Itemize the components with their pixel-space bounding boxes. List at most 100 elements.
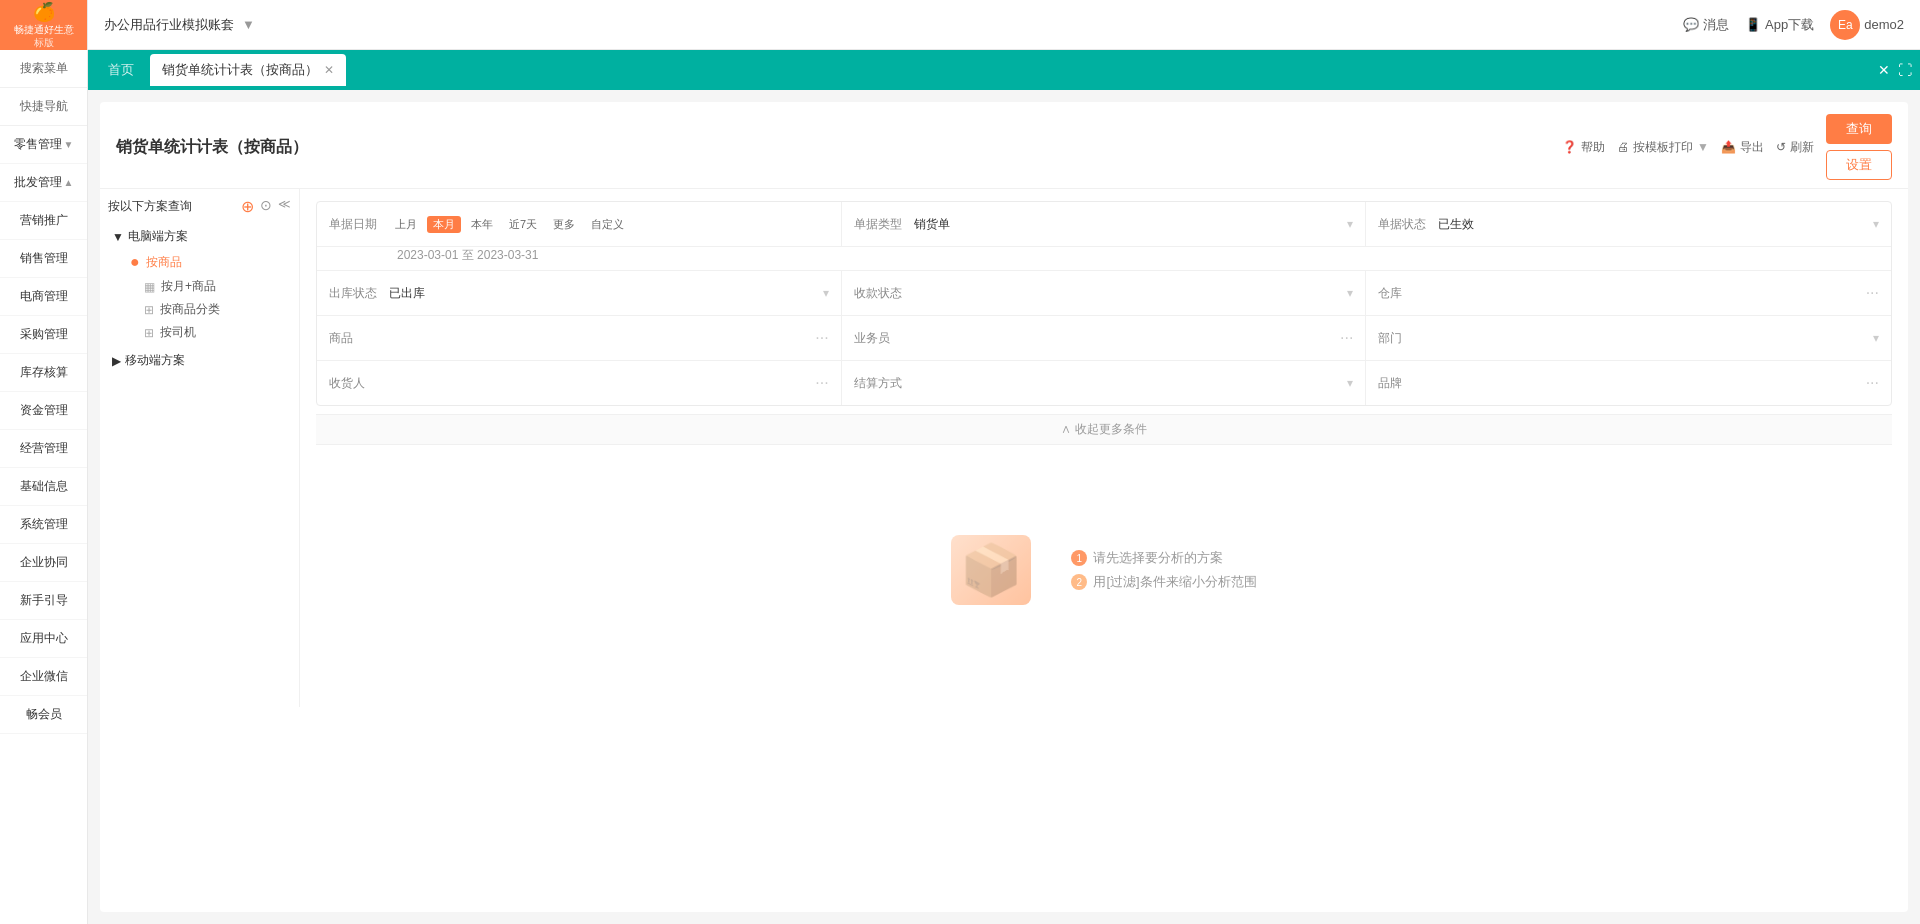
outstatus-dropdown-icon[interactable]: ▾ [823,286,829,300]
setting-button[interactable]: 设置 [1826,150,1892,180]
app-subtitle: 标版 [14,36,74,49]
refresh-btn[interactable]: ↺ 刷新 [1776,139,1814,156]
sidebar-item-purchase[interactable]: 采购管理 [0,316,87,354]
filter-cell-receiver: 收货人 ··· [317,361,842,405]
sidebar-item-newbie[interactable]: 新手引导 [0,582,87,620]
empty-tips: 1 请先选择要分析的方案 2 用[过滤]条件来缩小分析范围 [1071,549,1256,591]
workspace-dropdown-icon[interactable]: ▼ [242,17,255,32]
collection-dropdown-icon[interactable]: ▾ [1347,286,1353,300]
content-body: 按以下方案查询 ⊕ ⊙ ≪ ▼ 电脑端方案 [100,189,1908,707]
sidebar-item-member[interactable]: 畅会员 [0,696,87,734]
sidebar-quick-nav[interactable]: 快捷导航 [0,88,87,126]
scheme-items-desktop: ● 按商品 ▦ 按月+商品 ⊞ 按商品分类 [108,249,291,344]
doctype-dropdown-icon[interactable]: ▾ [1347,217,1353,231]
minimize-icon[interactable]: ✕ [1878,62,1890,78]
help-btn[interactable]: ❓ 帮助 [1562,139,1605,156]
add-scheme-icon[interactable]: ⊕ [241,197,254,216]
sidebar-item-enterprise[interactable]: 企业协同 [0,544,87,582]
print-icon: 🖨 [1617,140,1629,154]
filter-cell-doctype: 单据类型 销货单 ▾ [842,202,1367,246]
maximize-icon[interactable]: ⛶ [1898,62,1912,78]
empty-tip-1: 1 请先选择要分析的方案 [1071,549,1256,567]
sidebar-item-wholesale[interactable]: 批发管理 ▲ [0,164,87,202]
export-btn[interactable]: 📤 导出 [1721,139,1764,156]
tab-sales-stat[interactable]: 销货单统计计表（按商品） ✕ [150,54,346,86]
dept-dropdown-icon[interactable]: ▾ [1873,331,1879,345]
tab-close-icon[interactable]: ✕ [324,63,334,77]
active-dot-icon: ● [130,253,140,271]
filter-cell-payment: 结算方式 ▾ [842,361,1367,405]
left-panel: 按以下方案查询 ⊕ ⊙ ≪ ▼ 电脑端方案 [100,189,300,707]
brand-dots-icon[interactable]: ··· [1866,374,1879,392]
scheme-panel-header: 按以下方案查询 ⊕ ⊙ ≪ [108,197,291,216]
main-area: 办公用品行业模拟账套 ▼ 💬 消息 📱 App下载 Ea demo2 首页 销货… [88,0,1920,924]
filter-cell-salesperson: 业务员 ··· [842,316,1367,360]
user-btn[interactable]: Ea demo2 [1830,10,1904,40]
print-dropdown-icon[interactable]: ▼ [1697,140,1709,154]
collapse-bar[interactable]: ∧ 收起更多条件 [316,414,1892,445]
sidebar-item-inventory[interactable]: 库存核算 [0,354,87,392]
docstatus-dropdown-icon[interactable]: ▾ [1873,217,1879,231]
filter-cell-dept: 部门 ▾ [1366,316,1891,360]
chip-last-month[interactable]: 上月 [389,215,423,234]
export-icon: 📤 [1721,140,1736,154]
sidebar-item-system[interactable]: 系统管理 [0,506,87,544]
print-btn[interactable]: 🖨 按模板打印 ▼ [1617,139,1709,156]
product-dots-icon[interactable]: ··· [815,329,828,347]
sidebar-item-wechat[interactable]: 企业微信 [0,658,87,696]
sub-icon-grid: ⊞ [144,303,154,317]
tab-window-actions: ✕ ⛶ [1878,62,1912,78]
empty-state: 1 请先选择要分析的方案 2 用[过滤]条件来缩小分析范围 [316,445,1892,695]
sub-icon-calendar: ▦ [144,280,155,294]
help-icon: ❓ [1562,140,1577,154]
query-actions: 查询 设置 [1826,114,1892,180]
empty-tip-2: 2 用[过滤]条件来缩小分析范围 [1071,573,1256,591]
download-icon: 📱 [1745,17,1761,32]
sidebar-item-retail[interactable]: 零售管理 ▼ [0,126,87,164]
top-header: 办公用品行业模拟账套 ▼ 💬 消息 📱 App下载 Ea demo2 [88,0,1920,50]
sidebar-item-appcenter[interactable]: 应用中心 [0,620,87,658]
sidebar: 🍊 畅捷通好生意 标版 搜索菜单 快捷导航 零售管理 ▼ 批发管理 ▲ 营销推广… [0,0,88,924]
right-panel: 单据日期 上月 本月 本年 近7天 更多 自定义 [300,189,1908,707]
receiver-dots-icon[interactable]: ··· [815,374,828,392]
scheme-group-mobile-header[interactable]: ▶ 移动端方案 [108,348,291,373]
sidebar-item-operations[interactable]: 经营管理 [0,430,87,468]
scheme-item-by-category[interactable]: ⊞ 按商品分类 [124,298,291,321]
edit-scheme-icon[interactable]: ⊙ [260,197,272,216]
sidebar-item-sales[interactable]: 销售管理 [0,240,87,278]
chip-this-month[interactable]: 本月 [427,216,461,233]
salesperson-dots-icon[interactable]: ··· [1340,329,1353,347]
collapse-scheme-icon[interactable]: ≪ [278,197,291,216]
query-button[interactable]: 查询 [1826,114,1892,144]
page-actions: ❓ 帮助 🖨 按模板打印 ▼ 📤 导出 ↺ 刷新 [1562,114,1892,180]
tab-bar: 首页 销货单统计计表（按商品） ✕ ✕ ⛶ [88,50,1920,90]
payment-dropdown-icon[interactable]: ▾ [1347,376,1353,390]
sidebar-item-marketing[interactable]: 营销推广 [0,202,87,240]
sidebar-search-menu[interactable]: 搜索菜单 [0,50,87,88]
message-btn[interactable]: 💬 消息 [1683,16,1729,34]
filter-cell-collection: 收款状态 ▾ [842,271,1367,315]
tab-home[interactable]: 首页 [96,54,146,86]
sidebar-item-basics[interactable]: 基础信息 [0,468,87,506]
page-header: 销货单统计计表（按商品） ❓ 帮助 🖨 按模板打印 ▼ 📤 导出 [100,102,1908,189]
chip-7-days[interactable]: 近7天 [503,215,543,234]
scheme-item-by-driver[interactable]: ⊞ 按司机 [124,321,291,344]
filter-row-4: 收货人 ··· 结算方式 ▾ [317,361,1891,405]
warehouse-dots-icon[interactable]: ··· [1866,284,1879,302]
sidebar-item-ecom[interactable]: 电商管理 [0,278,87,316]
app-download-btn[interactable]: 📱 App下载 [1745,16,1814,34]
scheme-item-by-month-product[interactable]: ▦ 按月+商品 [124,275,291,298]
sidebar-item-finance[interactable]: 资金管理 [0,392,87,430]
chip-this-year[interactable]: 本年 [465,215,499,234]
scheme-mobile-arrow: ▶ [112,354,121,368]
page-content: 销货单统计计表（按商品） ❓ 帮助 🖨 按模板打印 ▼ 📤 导出 [88,90,1920,924]
date-chips: 上月 本月 本年 近7天 更多 自定义 [389,215,630,234]
scheme-group-arrow: ▼ [112,230,124,244]
message-icon: 💬 [1683,17,1699,32]
refresh-icon: ↺ [1776,140,1786,154]
avatar: Ea [1830,10,1860,40]
chip-more[interactable]: 更多 [547,215,581,234]
scheme-item-by-product[interactable]: ● 按商品 [124,249,291,275]
chip-custom[interactable]: 自定义 [585,215,630,234]
scheme-group-desktop-header[interactable]: ▼ 电脑端方案 [108,224,291,249]
